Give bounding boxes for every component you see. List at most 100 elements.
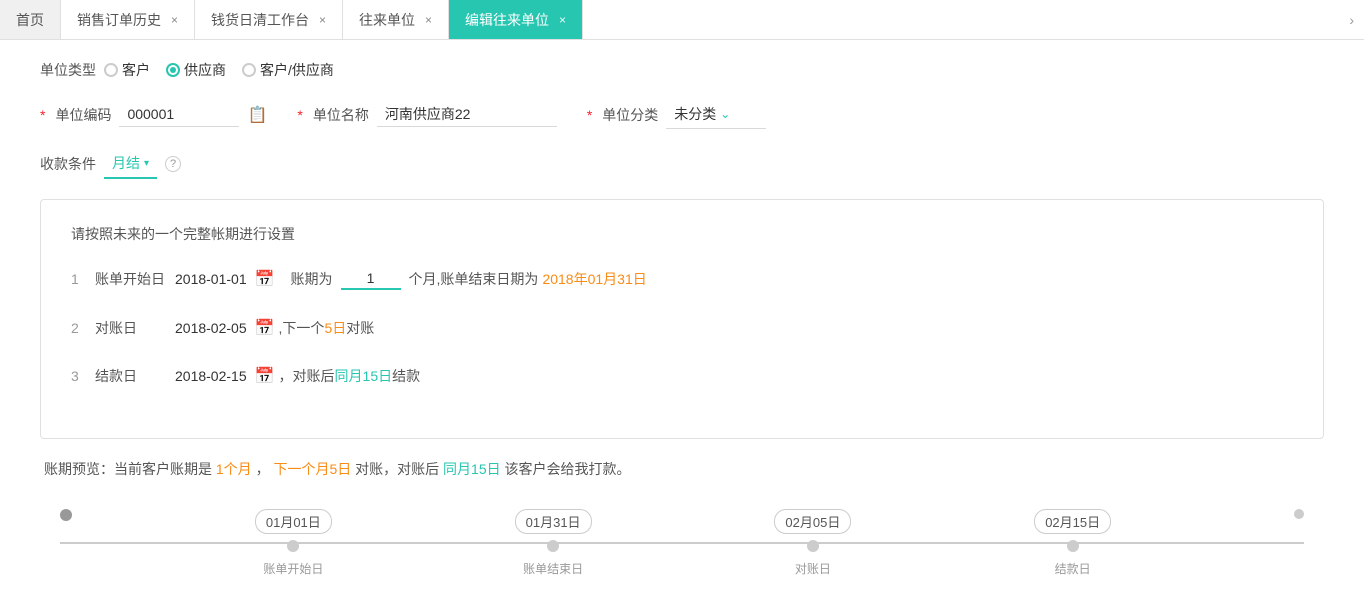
timeline: 01月01日 账单开始日 01月31日 账单结束日 02月05日 对账日 02月… [40, 499, 1324, 587]
setting-highlight-3: 同月15日 [335, 366, 393, 386]
timeline-point-1: 01月01日 账单开始日 [255, 509, 332, 577]
timeline-point-end-dot [1294, 509, 1304, 577]
preview-part1: 1个月 [216, 461, 252, 477]
tab-home[interactable]: 首页 [0, 0, 61, 39]
main-content: 单位类型 客户 供应商 客户/供应商 * 单位编码 [0, 40, 1364, 608]
tab-sales-label: 销售订单历史 [77, 10, 161, 30]
payment-row: 收款条件 月结 ▾ ? [40, 149, 1324, 179]
setting-index-2: 2 [71, 320, 95, 336]
setting-suffix-1: 个月,账单结束日期为 [409, 269, 539, 289]
section-title: 请按照未来的一个完整帐期进行设置 [71, 224, 1293, 244]
calendar-icon-2[interactable]: 📅 [255, 318, 275, 338]
timeline-badge-1: 01月01日 [255, 509, 332, 534]
copy-icon[interactable]: 📋 [247, 105, 267, 125]
calendar-icon-3[interactable]: 📅 [255, 366, 275, 386]
unit-code-group: * 单位编码 📋 [40, 102, 267, 127]
unit-details-row: * 单位编码 📋 * 单位名称 * 单位分类 未分类 ⌄ [40, 100, 1324, 129]
tab-edit-partner-close[interactable]: × [559, 13, 566, 27]
setting-index-3: 3 [71, 368, 95, 384]
setting-row-3: 3 结款日 2018-02-15 📅 ，对账后 同月15日 结款 [71, 366, 1293, 386]
timeline-badge-3: 02月05日 [774, 509, 851, 534]
preview-text2: ， [256, 461, 270, 477]
preview-part2: 下一个月5日 [273, 461, 351, 477]
payment-select[interactable]: 月结 ▾ [104, 149, 157, 179]
timeline-point-4: 02月15日 结款日 [1034, 509, 1111, 577]
preview-section: 账期预览：当前客户账期是 1个月 ， 下一个月5日 对账，对账后 同月15日 该… [40, 459, 1324, 587]
preview-label: 账期预览：当前客户账期是 [44, 461, 212, 477]
setting-mid-1: 账期为 [291, 269, 333, 289]
timeline-sublabel-2: 账单结束日 [523, 560, 583, 577]
timeline-sublabel-4: 结款日 [1055, 560, 1091, 577]
tab-edit-partner[interactable]: 编辑往来单位 × [449, 0, 583, 39]
unit-name-group: * 单位名称 [297, 102, 556, 127]
tab-partner-label: 往来单位 [359, 10, 415, 30]
timeline-badge-2: 01月31日 [515, 509, 592, 534]
unit-code-input[interactable] [119, 102, 239, 127]
tab-cash-close[interactable]: × [319, 13, 326, 27]
unit-category-label: 单位分类 [602, 105, 658, 125]
radio-supplier-label: 供应商 [184, 60, 226, 80]
radio-customer[interactable]: 客户 [104, 60, 150, 80]
timeline-dot-4 [1067, 540, 1079, 552]
radio-customer-circle [104, 63, 118, 77]
timeline-point-3: 02月05日 对账日 [774, 509, 851, 577]
setting-date-2: 2018-02-05 [175, 320, 247, 336]
radio-supplier-circle [166, 63, 180, 77]
setting-suffix-2: 对账 [346, 318, 374, 338]
tab-sales-close[interactable]: × [171, 13, 178, 27]
payment-label: 收款条件 [40, 154, 96, 174]
setting-highlight-1: 2018年01月31日 [542, 269, 646, 289]
unit-type-label: 单位类型 [40, 60, 96, 80]
tab-expand-button[interactable]: › [1339, 0, 1364, 39]
calendar-icon-1[interactable]: 📅 [255, 269, 275, 289]
setting-index-1: 1 [71, 271, 95, 287]
timeline-dot-1 [287, 540, 299, 552]
unit-category-value: 未分类 [674, 104, 716, 124]
unit-category-group: * 单位分类 未分类 ⌄ [587, 100, 766, 129]
timeline-point-start-dot [60, 509, 72, 577]
tab-cash-work[interactable]: 钱货日清工作台 × [195, 0, 343, 39]
setting-row-1: 1 账单开始日 2018-01-01 📅 账期为 个月,账单结束日期为 2018… [71, 268, 1293, 290]
tab-partner-close[interactable]: × [425, 13, 432, 27]
preview-part3: 同月15日 [443, 461, 501, 477]
setting-prefix-2: ,下一个 [279, 318, 325, 338]
preview-text4: 该客户会给我打款。 [505, 461, 631, 477]
timeline-end-circle [1294, 509, 1304, 519]
timeline-dot-3 [807, 540, 819, 552]
timeline-sublabel-1: 账单开始日 [263, 560, 323, 577]
payment-group: 收款条件 月结 ▾ ? [40, 149, 181, 179]
timeline-dot-2 [547, 540, 559, 552]
timeline-points: 01月01日 账单开始日 01月31日 账单结束日 02月05日 对账日 02月… [60, 509, 1304, 577]
timeline-start-circle [60, 509, 72, 521]
tab-bar: 首页 销售订单历史 × 钱货日清工作台 × 往来单位 × 编辑往来单位 × › [0, 0, 1364, 40]
preview-text: 账期预览：当前客户账期是 1个月 ， 下一个月5日 对账，对账后 同月15日 该… [40, 459, 1324, 479]
help-icon[interactable]: ? [165, 156, 181, 172]
radio-group: 客户 供应商 客户/供应商 [104, 60, 334, 80]
unit-code-label: 单位编码 [55, 105, 111, 125]
radio-both[interactable]: 客户/供应商 [242, 60, 334, 80]
setting-date-3: 2018-02-15 [175, 368, 247, 384]
unit-type-row: 单位类型 客户 供应商 客户/供应商 [40, 60, 1324, 80]
radio-both-label: 客户/供应商 [260, 60, 334, 80]
timeline-badge-4: 02月15日 [1034, 509, 1111, 534]
setting-label-1: 账单开始日 [95, 269, 175, 289]
radio-supplier[interactable]: 供应商 [166, 60, 226, 80]
month-input[interactable] [341, 268, 401, 290]
preview-text3: 对账，对账后 [355, 461, 439, 477]
radio-both-circle [242, 63, 256, 77]
unit-name-required: * [297, 107, 302, 123]
setting-label-3: 结款日 [95, 366, 175, 386]
tab-cash-label: 钱货日清工作台 [211, 10, 309, 30]
timeline-sublabel-3: 对账日 [795, 560, 831, 577]
unit-name-input[interactable] [377, 102, 557, 127]
unit-code-required: * [40, 107, 45, 123]
setting-label-2: 对账日 [95, 318, 175, 338]
radio-customer-label: 客户 [122, 60, 150, 80]
tab-partner[interactable]: 往来单位 × [343, 0, 449, 39]
unit-name-label: 单位名称 [313, 105, 369, 125]
unit-category-select[interactable]: 未分类 ⌄ [666, 100, 766, 129]
setting-prefix-3: ，对账后 [279, 366, 335, 386]
setting-suffix-3: 结款 [392, 366, 420, 386]
tab-sales-order[interactable]: 销售订单历史 × [61, 0, 195, 39]
payment-arrow: ▾ [144, 158, 149, 169]
